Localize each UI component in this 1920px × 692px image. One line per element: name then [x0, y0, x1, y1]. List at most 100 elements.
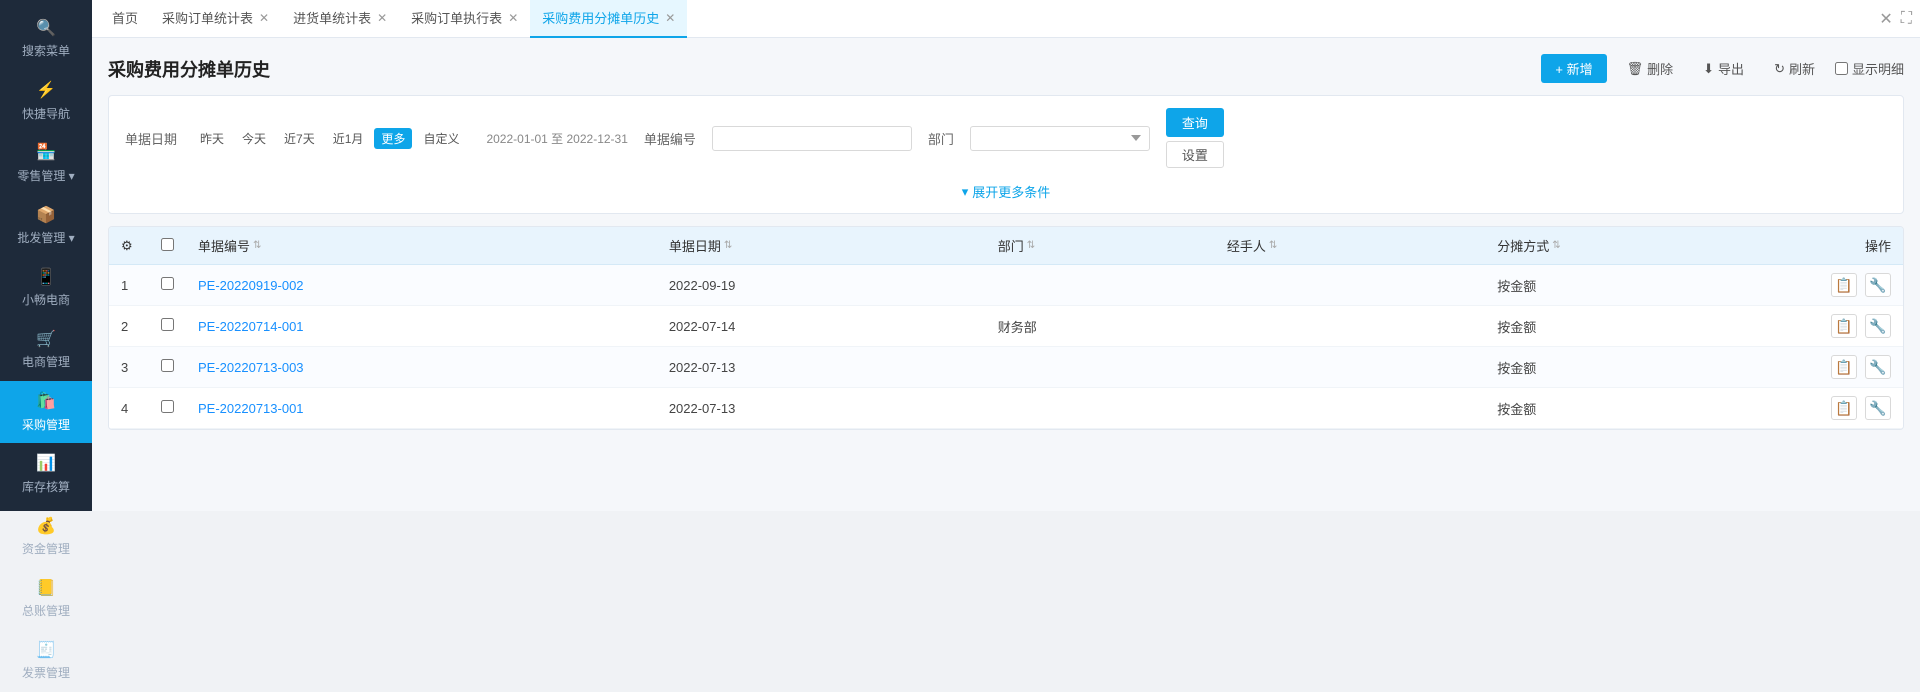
- page-header: 采购费用分摊单历史 + 新增 🗑 删除 ⬇ 导出 ↻ 刷新 显示明细: [108, 54, 1904, 83]
- settings-button[interactable]: 设置: [1166, 141, 1224, 168]
- cell-date-0: 2022-09-19: [657, 265, 986, 306]
- table-row: 1 PE-20220919-002 2022-09-19 按金额 📋 🔧: [109, 265, 1903, 306]
- tab-inbound-stats[interactable]: 进货单统计表✕: [281, 0, 399, 38]
- cell-order-no-3: PE-20220713-001: [186, 388, 657, 429]
- cell-actions-1: 📋 🔧: [1803, 306, 1903, 347]
- sort-dept[interactable]: 部门 ⇅: [998, 236, 1203, 255]
- cell-settings-1: 2: [109, 306, 149, 347]
- row-view-btn-3[interactable]: 📋: [1831, 396, 1857, 420]
- order-no-link-1[interactable]: PE-20220714-001: [198, 319, 304, 334]
- shortcut-custom[interactable]: 自定义: [416, 128, 466, 149]
- shortcut-7days[interactable]: 近7天: [277, 128, 322, 149]
- sidebar-item-purchase[interactable]: 🛍️采购管理: [0, 381, 92, 443]
- tab-close-purchase-order-stats[interactable]: ✕: [259, 11, 269, 25]
- tab-purchase-cost-history[interactable]: 采购费用分摊单历史✕: [530, 0, 687, 38]
- sort-date-icon: ⇅: [724, 240, 732, 251]
- sidebar-item-inventory[interactable]: 📊库存核算: [0, 443, 92, 505]
- sort-split-icon: ⇅: [1552, 240, 1560, 251]
- row-view-btn-2[interactable]: 📋: [1831, 355, 1857, 379]
- tab-home[interactable]: 首页: [100, 0, 150, 38]
- shortcut-more[interactable]: 更多: [374, 128, 412, 149]
- dept-label: 部门: [928, 129, 954, 148]
- tab-purchase-order-stats[interactable]: 采购订单统计表✕: [150, 0, 281, 38]
- cell-dept-2: [986, 347, 1215, 388]
- show-columns-toggle[interactable]: 显示明细: [1835, 59, 1904, 78]
- sort-order-date[interactable]: 单据日期 ⇅: [669, 236, 974, 255]
- cell-settings-2: 3: [109, 347, 149, 388]
- sidebar-item-retail[interactable]: 🏪零售管理 ▾: [0, 132, 92, 194]
- show-columns-checkbox[interactable]: [1835, 62, 1848, 75]
- order-no-input[interactable]: [712, 126, 912, 151]
- table-body: 1 PE-20220919-002 2022-09-19 按金额 📋 🔧 2: [109, 265, 1903, 429]
- cell-handler-2: [1215, 347, 1485, 388]
- cell-checkbox-1: [149, 306, 186, 347]
- quicknav-icon: ⚡: [4, 80, 88, 102]
- sort-order-no[interactable]: 单据编号 ⇅: [198, 236, 645, 255]
- cell-split-method-2: 按金额: [1485, 347, 1803, 388]
- sort-split-method[interactable]: 分摊方式 ⇅: [1497, 236, 1791, 255]
- delete-icon: 🗑: [1627, 61, 1644, 77]
- row-checkbox-0[interactable]: [161, 277, 174, 290]
- refresh-icon: ↻: [1774, 61, 1785, 77]
- row-checkbox-3[interactable]: [161, 400, 174, 413]
- shortcut-1month[interactable]: 近1月: [326, 128, 371, 149]
- maximize-window-icon[interactable]: ⛶: [1901, 10, 1912, 28]
- sidebar-item-miniapp[interactable]: 📱小畅电商: [0, 257, 92, 319]
- row-checkbox-2[interactable]: [161, 359, 174, 372]
- shortcut-today[interactable]: 今天: [235, 128, 273, 149]
- cell-settings-0: 1: [109, 265, 149, 306]
- sidebar-item-invoice[interactable]: 🧾发票管理: [0, 630, 92, 692]
- sidebar-item-search[interactable]: 🔍搜索菜单: [0, 8, 92, 70]
- sidebar-item-ledger[interactable]: 📒总账管理: [0, 568, 92, 630]
- row-checkbox-1[interactable]: [161, 318, 174, 331]
- tab-close-purchase-cost-history[interactable]: ✕: [665, 11, 675, 25]
- filter-actions: 查询 设置: [1166, 108, 1224, 168]
- cell-handler-1: [1215, 306, 1485, 347]
- cell-checkbox-3: [149, 388, 186, 429]
- th-dept: 部门 ⇅: [986, 227, 1215, 265]
- expand-more-conditions[interactable]: ▾ 展开更多条件: [962, 182, 1051, 201]
- delete-button[interactable]: 🗑 删除: [1617, 54, 1684, 83]
- row-edit-btn-3[interactable]: 🔧: [1865, 396, 1891, 420]
- order-no-label: 单据编号: [644, 129, 696, 148]
- tab-close-purchase-order-exec[interactable]: ✕: [508, 11, 518, 25]
- row-edit-btn-2[interactable]: 🔧: [1865, 355, 1891, 379]
- miniapp-icon: 📱: [4, 267, 88, 289]
- sidebar-item-finance[interactable]: 💰资金管理: [0, 506, 92, 568]
- order-no-link-2[interactable]: PE-20220713-003: [198, 360, 304, 375]
- select-all-checkbox[interactable]: [161, 238, 174, 251]
- purchase-cost-history-table: ⚙ 单据编号 ⇅ 单据日期: [109, 227, 1903, 429]
- close-window-icon[interactable]: ✕: [1879, 9, 1892, 29]
- order-no-link-0[interactable]: PE-20220919-002: [198, 278, 304, 293]
- main-content: 首页采购订单统计表✕进货单统计表✕采购订单执行表✕采购费用分摊单历史✕ ✕ ⛶ …: [92, 0, 1920, 511]
- shortcut-yesterday[interactable]: 昨天: [193, 128, 231, 149]
- cell-checkbox-0: [149, 265, 186, 306]
- page-title: 采购费用分摊单历史: [108, 56, 270, 82]
- dept-select[interactable]: 财务部: [970, 126, 1150, 151]
- export-button[interactable]: ⬇ 导出: [1693, 54, 1754, 83]
- sidebar-item-ecommerce[interactable]: 🛒电商管理: [0, 319, 92, 381]
- row-edit-btn-0[interactable]: 🔧: [1865, 273, 1891, 297]
- add-button[interactable]: + 新增: [1541, 54, 1606, 83]
- tab-purchase-order-exec[interactable]: 采购订单执行表✕: [399, 0, 530, 38]
- order-no-link-3[interactable]: PE-20220713-001: [198, 401, 304, 416]
- refresh-button[interactable]: ↻ 刷新: [1764, 54, 1825, 83]
- row-view-btn-0[interactable]: 📋: [1831, 273, 1857, 297]
- sidebar-item-wholesale[interactable]: 📦批发管理 ▾: [0, 195, 92, 257]
- chevron-down-icon: ▾: [962, 184, 969, 200]
- header-actions: + 新增 🗑 删除 ⬇ 导出 ↻ 刷新 显示明细: [1541, 54, 1904, 83]
- row-edit-btn-1[interactable]: 🔧: [1865, 314, 1891, 338]
- cell-checkbox-2: [149, 347, 186, 388]
- sidebar-item-quicknav[interactable]: ⚡快捷导航: [0, 70, 92, 132]
- cell-split-method-0: 按金额: [1485, 265, 1803, 306]
- cell-date-2: 2022-07-13: [657, 347, 986, 388]
- tab-close-inbound-stats[interactable]: ✕: [377, 11, 387, 25]
- th-settings[interactable]: ⚙: [109, 227, 149, 265]
- export-icon: ⬇: [1703, 61, 1714, 77]
- sort-handler[interactable]: 经手人 ⇅: [1227, 236, 1473, 255]
- row-view-btn-1[interactable]: 📋: [1831, 314, 1857, 338]
- cell-order-no-0: PE-20220919-002: [186, 265, 657, 306]
- th-handler: 经手人 ⇅: [1215, 227, 1485, 265]
- cell-dept-1: 财务部: [986, 306, 1215, 347]
- query-button[interactable]: 查询: [1166, 108, 1224, 137]
